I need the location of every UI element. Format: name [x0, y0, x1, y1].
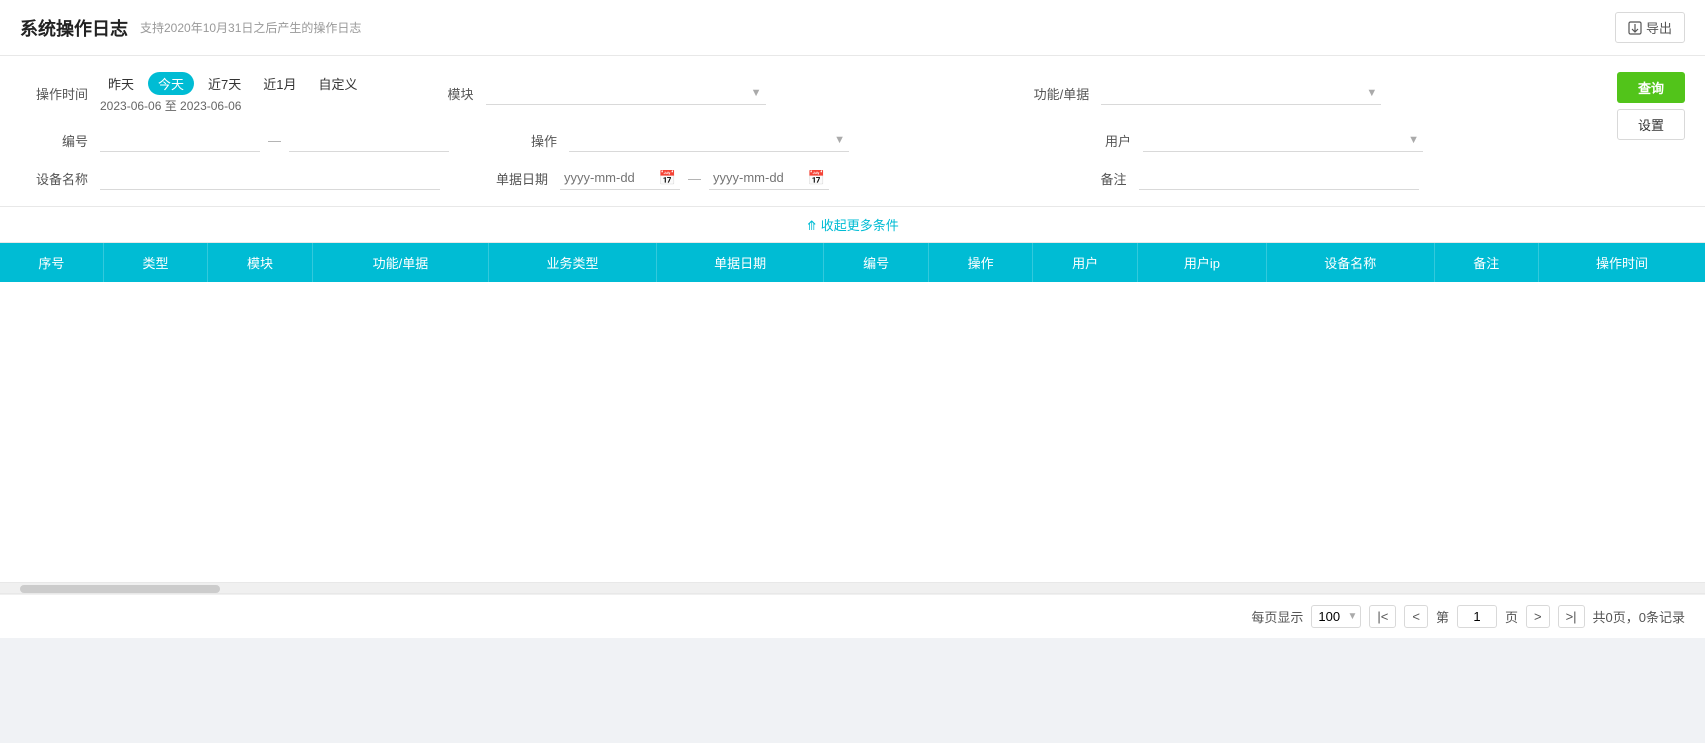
export-button[interactable]: 导出	[1615, 12, 1685, 43]
page-label: 第	[1436, 607, 1449, 626]
table-header-cell: 序号	[0, 243, 103, 282]
page-title: 系统操作日志	[20, 15, 128, 41]
table-header-cell: 功能/单据	[312, 243, 488, 282]
collapse-bar[interactable]: ⤊ 收起更多条件	[0, 207, 1705, 243]
table-container: 序号类型模块功能/单据业务类型单据日期编号操作用户用户ip设备名称备注操作时间	[0, 243, 1705, 582]
remark-group: 备注	[1059, 166, 1598, 190]
module-group: 模块 ▼	[406, 81, 982, 105]
table-header-cell: 单据日期	[656, 243, 824, 282]
scrollbar-area[interactable]	[0, 582, 1705, 594]
page-size-wrapper: 50 100 200 500 ▼	[1311, 605, 1361, 628]
filter-row-1: 操作时间 昨天 今天 近7天 近1月 自定义 2023-06-06 至 2023…	[20, 72, 1597, 114]
date-range-display: 2023-06-06 至 2023-06-06	[100, 97, 366, 114]
page-input[interactable]	[1457, 605, 1497, 628]
scrollbar-inner	[0, 585, 1705, 594]
scrollbar-thumb[interactable]	[20, 585, 220, 593]
page-subtitle: 支持2020年10月31日之后产生的操作日志	[140, 19, 361, 36]
time-btn-custom[interactable]: 自定义	[311, 72, 366, 95]
time-btn-7days[interactable]: 近7天	[200, 72, 249, 95]
filter-rows-wrapper: 操作时间 昨天 今天 近7天 近1月 自定义 2023-06-06 至 2023…	[20, 72, 1685, 190]
number-label: 编号	[20, 131, 100, 150]
time-btn-today[interactable]: 今天	[148, 72, 194, 95]
date-from-wrapper: 📅	[560, 166, 680, 190]
table-header-row: 序号类型模块功能/单据业务类型单据日期编号操作用户用户ip设备名称备注操作时间	[0, 243, 1705, 282]
date-dash: —	[688, 171, 701, 186]
operation-group: 操作 ▼	[489, 128, 1023, 152]
calendar-from-icon[interactable]: 📅	[659, 170, 676, 187]
settings-button[interactable]: 设置	[1617, 109, 1685, 140]
table-header-cell: 操作时间	[1539, 243, 1705, 282]
device-input[interactable]	[100, 166, 440, 190]
data-table: 序号类型模块功能/单据业务类型单据日期编号操作用户用户ip设备名称备注操作时间	[0, 243, 1705, 282]
remark-input[interactable]	[1139, 166, 1419, 190]
number-to-input[interactable]	[289, 128, 449, 152]
module-label: 模块	[406, 84, 486, 103]
user-select-wrapper: ▼	[1143, 128, 1423, 152]
user-select[interactable]	[1143, 128, 1423, 152]
time-btn-1month[interactable]: 近1月	[255, 72, 304, 95]
device-label: 设备名称	[20, 169, 100, 188]
prev-page-button[interactable]: <	[1404, 605, 1428, 628]
last-page-button[interactable]: >|	[1558, 605, 1585, 628]
number-from-input[interactable]	[100, 128, 260, 152]
table-header-cell: 模块	[208, 243, 312, 282]
query-button[interactable]: 查询	[1617, 72, 1685, 103]
table-header-cell: 编号	[824, 243, 928, 282]
table-header-cell: 业务类型	[489, 243, 657, 282]
calendar-to-icon[interactable]: 📅	[808, 170, 825, 187]
date-label: 单据日期	[480, 169, 560, 188]
feature-select-wrapper: ▼	[1101, 81, 1381, 105]
filter-row-2: 编号 — 操作 ▼ 用户	[20, 128, 1597, 152]
first-page-button[interactable]: |<	[1369, 605, 1396, 628]
feature-select[interactable]	[1101, 81, 1381, 105]
table-header-cell: 类型	[103, 243, 207, 282]
user-label: 用户	[1063, 131, 1143, 150]
empty-area	[0, 282, 1705, 582]
pagination-bar: 每页显示 50 100 200 500 ▼ |< < 第 页 > >| 共0页，…	[0, 594, 1705, 638]
operation-select[interactable]	[569, 128, 849, 152]
number-dash: —	[268, 133, 281, 148]
page-size-select[interactable]: 50 100 200 500	[1311, 605, 1361, 628]
action-buttons: 查询 设置	[1617, 72, 1685, 140]
time-btn-yesterday[interactable]: 昨天	[100, 72, 142, 95]
remark-label: 备注	[1059, 169, 1139, 188]
operation-select-wrapper: ▼	[569, 128, 849, 152]
filter-panel: 操作时间 昨天 今天 近7天 近1月 自定义 2023-06-06 至 2023…	[0, 56, 1705, 207]
operation-label: 操作	[489, 131, 569, 150]
table-header-cell: 备注	[1434, 243, 1538, 282]
table-header-cell: 操作	[928, 243, 1032, 282]
date-to-wrapper: 📅	[709, 166, 829, 190]
table-header-cell: 设备名称	[1266, 243, 1434, 282]
feature-label: 功能/单据	[1021, 84, 1101, 103]
module-select[interactable]	[486, 81, 766, 105]
page-size-label: 每页显示	[1251, 607, 1303, 626]
date-group: 单据日期 📅 — 📅	[480, 166, 1019, 190]
table-header-cell: 用户ip	[1137, 243, 1266, 282]
user-group: 用户 ▼	[1063, 128, 1597, 152]
collapse-icon: ⤊	[806, 218, 817, 233]
collapse-label: 收起更多条件	[821, 218, 899, 233]
time-buttons: 昨天 今天 近7天 近1月 自定义	[100, 72, 366, 95]
filter-rows: 操作时间 昨天 今天 近7天 近1月 自定义 2023-06-06 至 2023…	[20, 72, 1597, 190]
page-unit: 页	[1505, 607, 1518, 626]
operation-time-label: 操作时间	[20, 84, 100, 103]
page-header: 系统操作日志 支持2020年10月31日之后产生的操作日志 导出	[0, 0, 1705, 56]
table-header-cell: 用户	[1033, 243, 1137, 282]
page-summary: 共0页，0条记录	[1593, 607, 1685, 626]
feature-group: 功能/单据 ▼	[1021, 81, 1597, 105]
next-page-button[interactable]: >	[1526, 605, 1550, 628]
time-col: 昨天 今天 近7天 近1月 自定义 2023-06-06 至 2023-06-0…	[100, 72, 366, 114]
export-icon	[1628, 21, 1642, 35]
module-select-wrapper: ▼	[486, 81, 766, 105]
filter-row-3: 设备名称 单据日期 📅 — 📅 备注	[20, 166, 1597, 190]
